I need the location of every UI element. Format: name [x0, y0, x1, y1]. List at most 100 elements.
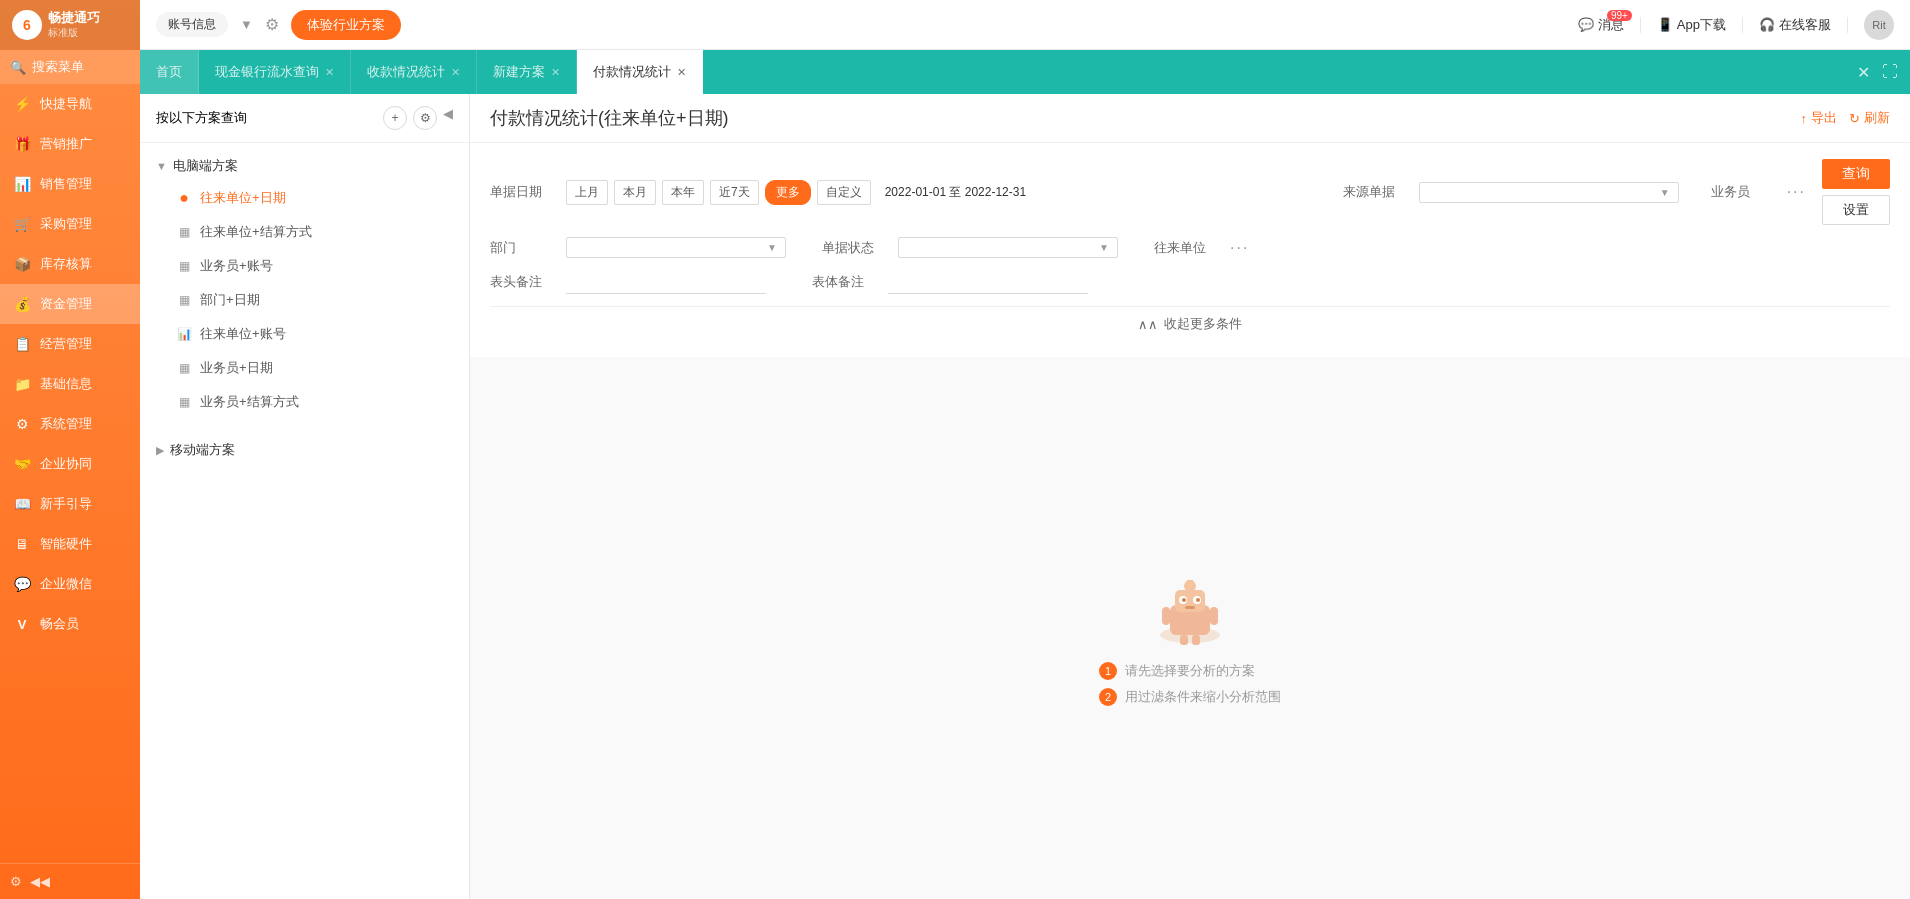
svg-point-6: [1196, 598, 1200, 602]
svg-rect-13: [1187, 580, 1193, 592]
sidebar-search[interactable]: 🔍 搜索菜单: [0, 50, 140, 84]
notification-button[interactable]: 💬 消息 99+: [1578, 16, 1624, 34]
body-note-input[interactable]: [888, 270, 1088, 294]
user-avatar-button[interactable]: Rit: [1864, 10, 1894, 40]
tab-payment[interactable]: 付款情况统计 ✕: [577, 50, 703, 94]
online-service-button[interactable]: 🎧 在线客服: [1759, 16, 1831, 34]
sidebar-item-finance[interactable]: 💰 资金管理: [0, 284, 140, 324]
filter-row-3: 表头备注 表体备注: [490, 270, 1890, 294]
date-custom[interactable]: 自定义: [817, 180, 871, 205]
hardware-icon: 🖥: [12, 534, 32, 554]
tab-bank-close[interactable]: ✕: [325, 66, 334, 79]
tab-home-label: 首页: [156, 63, 182, 81]
refresh-icon: ↻: [1849, 111, 1860, 126]
filter-row-1: 单据日期 上月 本月 本年 近7天 更多 自定义 2022-01-01 至 20…: [490, 159, 1890, 225]
status-select[interactable]: ▼: [898, 237, 1118, 258]
header-divider-2: [1742, 17, 1743, 33]
left-panel-actions: + ⚙ ◀: [383, 106, 453, 130]
sidebar-item-guide[interactable]: 📖 新手引导: [0, 484, 140, 524]
svg-rect-11: [1192, 635, 1200, 645]
salesman-dots[interactable]: ···: [1787, 183, 1806, 201]
salesman-filter-label: 业务员: [1711, 183, 1771, 201]
account-dropdown-icon[interactable]: ▼: [240, 17, 253, 32]
sidebar: 6 畅捷通巧 标准版 🔍 搜索菜单 ⚡ 快捷导航 🎁 营销推广 📊 销售管理 🛒…: [0, 0, 140, 899]
filter-area: 单据日期 上月 本月 本年 近7天 更多 自定义 2022-01-01 至 20…: [470, 143, 1910, 357]
scheme-unit-date[interactable]: ● 往来单位+日期: [140, 181, 469, 215]
tab-payment-close[interactable]: ✕: [677, 66, 686, 79]
basic-icon: 📁: [12, 374, 32, 394]
header-settings-icon[interactable]: ⚙: [265, 15, 279, 34]
add-scheme-button[interactable]: +: [383, 106, 407, 130]
account-selector[interactable]: 账号信息: [156, 12, 228, 37]
header-note-input[interactable]: [566, 270, 766, 294]
collapse-more-button[interactable]: ∧∧ 收起更多条件: [490, 306, 1890, 341]
bottom-settings-icon[interactable]: ⚙: [10, 874, 22, 889]
sidebar-item-label: 采购管理: [40, 215, 92, 233]
date-this-year[interactable]: 本年: [662, 180, 704, 205]
sidebar-item-purchase[interactable]: 🛒 采购管理: [0, 204, 140, 244]
scheme-settings-button[interactable]: ⚙: [413, 106, 437, 130]
system-icon: ⚙: [12, 414, 32, 434]
sidebar-item-wechat[interactable]: 💬 企业微信: [0, 564, 140, 604]
trial-button[interactable]: 体验行业方案: [291, 10, 401, 40]
sidebar-item-sales[interactable]: 📊 销售管理: [0, 164, 140, 204]
scheme-unit-date-label: 往来单位+日期: [200, 189, 286, 207]
scheme-unit-settlement[interactable]: ▦ 往来单位+结算方式: [140, 215, 469, 249]
mobile-section-label: 移动端方案: [170, 441, 235, 459]
tab-new-scheme-close[interactable]: ✕: [551, 66, 560, 79]
dept-filter-label: 部门: [490, 239, 550, 257]
date-last-7days[interactable]: 近7天: [710, 180, 759, 205]
empty-state: 1 请先选择要分析的方案 2 用过滤条件来缩小分析范围: [470, 357, 1910, 899]
tab-maximize-icon[interactable]: ⛶: [1882, 63, 1898, 81]
tab-bar: 首页 现金银行流水查询 ✕ 收款情况统计 ✕ 新建方案 ✕ 付款情况统计 ✕ ✕…: [140, 50, 1910, 94]
sidebar-item-vip[interactable]: V 畅会员: [0, 604, 140, 644]
bottom-collapse-icon[interactable]: ◀◀: [30, 874, 50, 889]
tab-bank[interactable]: 现金银行流水查询 ✕: [199, 50, 351, 94]
scheme-dept-date[interactable]: ▦ 部门+日期: [140, 283, 469, 317]
sidebar-item-label: 企业协同: [40, 455, 92, 473]
desktop-section-label: 电脑端方案: [173, 157, 238, 175]
purchase-icon: 🛒: [12, 214, 32, 234]
scheme-unit-account[interactable]: 📊 往来单位+账号: [140, 317, 469, 351]
tab-home[interactable]: 首页: [140, 50, 199, 94]
export-button[interactable]: ↑ 导出: [1801, 109, 1838, 127]
scheme-salesman-account[interactable]: ▦ 业务员+账号: [140, 249, 469, 283]
scheme-salesman-date-label: 业务员+日期: [200, 359, 273, 377]
tab-receipt[interactable]: 收款情况统计 ✕: [351, 50, 477, 94]
scheme-salesman-date-icon: ▦: [176, 360, 192, 376]
mobile-section-title[interactable]: ▶ 移动端方案: [140, 435, 469, 465]
sidebar-item-hardware[interactable]: 🖥 智能硬件: [0, 524, 140, 564]
sidebar-item-basic[interactable]: 📁 基础信息: [0, 364, 140, 404]
tab-new-scheme[interactable]: 新建方案 ✕: [477, 50, 577, 94]
app-download-button[interactable]: 📱 App下载: [1657, 16, 1726, 34]
sidebar-item-system[interactable]: ⚙ 系统管理: [0, 404, 140, 444]
scheme-unit-settlement-icon: ▦: [176, 224, 192, 240]
tab-receipt-close[interactable]: ✕: [451, 66, 460, 79]
date-last-month[interactable]: 上月: [566, 180, 608, 205]
dept-select[interactable]: ▼: [566, 237, 786, 258]
header-actions: 💬 消息 99+ 📱 App下载 🎧 在线客服 Rit: [1578, 10, 1894, 40]
marketing-icon: 🎁: [12, 134, 32, 154]
inventory-icon: 📦: [12, 254, 32, 274]
source-select[interactable]: ▼: [1419, 182, 1679, 203]
filter-settings-button[interactable]: 设置: [1822, 195, 1890, 225]
sidebar-item-enterprise[interactable]: 🤝 企业协同: [0, 444, 140, 484]
sidebar-item-inventory[interactable]: 📦 库存核算: [0, 244, 140, 284]
date-this-month[interactable]: 本月: [614, 180, 656, 205]
sidebar-item-marketing[interactable]: 🎁 营销推广: [0, 124, 140, 164]
guide-icon: 📖: [12, 494, 32, 514]
page-area: 按以下方案查询 + ⚙ ◀ ▼ 电脑端方案 ● 往来单位+日期 ▦: [140, 94, 1910, 899]
sidebar-item-operations[interactable]: 📋 经营管理: [0, 324, 140, 364]
date-more[interactable]: 更多: [765, 180, 811, 205]
query-button[interactable]: 查询: [1822, 159, 1890, 189]
tab-close-all-icon[interactable]: ✕: [1857, 63, 1870, 82]
scheme-unit-date-icon: ●: [176, 190, 192, 206]
refresh-button[interactable]: ↻ 刷新: [1849, 109, 1890, 127]
left-panel-collapse-button[interactable]: ◀: [443, 106, 453, 130]
tab-bank-label: 现金银行流水查询: [215, 63, 319, 81]
desktop-section-title[interactable]: ▼ 电脑端方案: [140, 151, 469, 181]
scheme-salesman-date[interactable]: ▦ 业务员+日期: [140, 351, 469, 385]
sidebar-item-quicknav[interactable]: ⚡ 快捷导航: [0, 84, 140, 124]
scheme-salesman-settlement[interactable]: ▦ 业务员+结算方式: [140, 385, 469, 419]
partner-dots[interactable]: ···: [1230, 239, 1249, 257]
